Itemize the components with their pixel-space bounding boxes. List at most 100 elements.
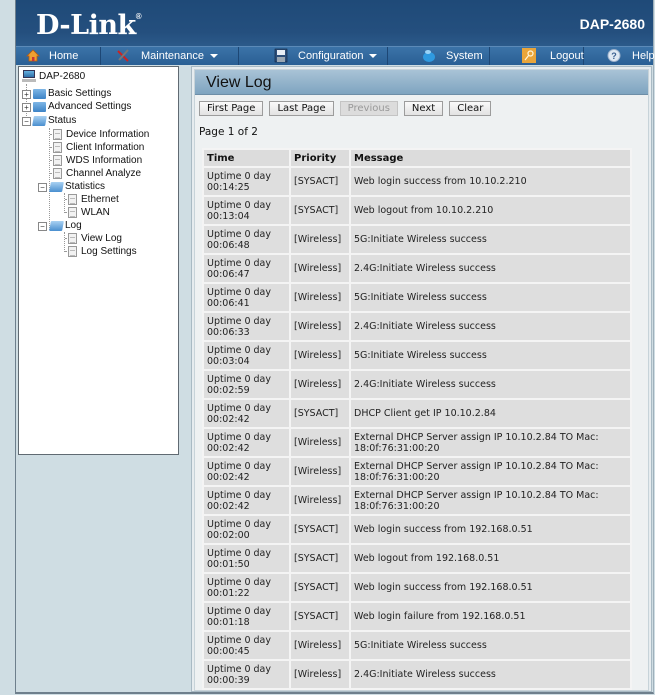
tree-item-device-information[interactable]: Device Information bbox=[53, 128, 149, 141]
table-row: Uptime 0 day 00:02:42 [Wireless] External D… bbox=[204, 429, 630, 456]
header-banner: D-Link® DAP-2680 bbox=[16, 0, 653, 46]
log-message-cell: External DHCP Server assign IP 10.10.2.8… bbox=[351, 487, 630, 514]
previous-button[interactable]: Previous bbox=[339, 101, 398, 116]
log-priority-cell: [Wireless] bbox=[291, 458, 349, 485]
chevron-down-icon bbox=[210, 54, 218, 59]
log-message-cell: 5G:Initiate Wireless success bbox=[351, 632, 630, 659]
log-time-cell: Uptime 0 day 00:14:25 bbox=[204, 168, 289, 195]
tree-item-statistics[interactable]: Statistics bbox=[49, 180, 105, 193]
log-priority-cell: [SYSACT] bbox=[291, 574, 349, 601]
nav-logout[interactable]: Logout bbox=[490, 47, 584, 65]
expand-icon[interactable]: + bbox=[22, 90, 31, 99]
pagination-toolbar: First Page Last Page Previous Next Clear bbox=[199, 101, 492, 116]
table-row: Uptime 0 day 00:02:42 [Wireless] External D… bbox=[204, 458, 630, 485]
log-time-cell: Uptime 0 day 00:00:45 bbox=[204, 632, 289, 659]
log-uptime-value: 00:01:22 bbox=[207, 587, 250, 599]
next-button[interactable]: Next bbox=[403, 101, 444, 116]
home-icon bbox=[26, 49, 40, 62]
app-frame: D-Link® DAP-2680 Home Maintenance Config… bbox=[15, 0, 655, 694]
tree-item-wds-information[interactable]: WDS Information bbox=[53, 154, 142, 167]
log-priority-cell: [SYSACT] bbox=[291, 168, 349, 195]
log-uptime-value: 00:02:42 bbox=[207, 471, 250, 483]
log-message-cell: 2.4G:Initiate Wireless success bbox=[351, 313, 630, 340]
last-page-button[interactable]: Last Page bbox=[269, 101, 334, 116]
folder-icon bbox=[33, 101, 46, 112]
log-uptime-label: Uptime 0 day bbox=[207, 373, 272, 385]
page-icon bbox=[68, 194, 77, 205]
table-header-row: Time Priority Message bbox=[204, 150, 630, 166]
log-uptime-value: 00:02:42 bbox=[207, 413, 250, 425]
tree-connector bbox=[64, 232, 65, 252]
tools-icon bbox=[117, 49, 129, 62]
log-message-cell: 2.4G:Initiate Wireless success bbox=[351, 371, 630, 398]
content-inner: View Log First Page Last Page Previous N… bbox=[194, 69, 649, 691]
tree-item-basic-settings[interactable]: Basic Settings bbox=[33, 87, 111, 100]
tree-item-log-settings[interactable]: Log Settings bbox=[68, 245, 137, 258]
collapse-icon[interactable]: − bbox=[38, 222, 47, 231]
log-priority-cell: [SYSACT] bbox=[291, 603, 349, 630]
log-uptime-value: 00:06:47 bbox=[207, 268, 250, 280]
log-message-cell: 5G:Initiate Wireless success bbox=[351, 342, 630, 369]
table-row: Uptime 0 day 00:01:22 [SYSACT] Web login su… bbox=[204, 574, 630, 601]
nav-home[interactable]: Home bbox=[16, 47, 101, 65]
log-uptime-value: 00:01:50 bbox=[207, 558, 250, 570]
page-icon bbox=[53, 155, 62, 166]
tree-item-ethernet[interactable]: Ethernet bbox=[68, 193, 119, 206]
log-message-cell: 2.4G:Initiate Wireless success bbox=[351, 255, 630, 282]
log-priority-cell: [Wireless] bbox=[291, 661, 349, 688]
tree-item-channel-analyze[interactable]: Channel Analyze bbox=[53, 167, 141, 180]
log-uptime-label: Uptime 0 day bbox=[207, 199, 272, 211]
collapse-icon[interactable]: − bbox=[38, 183, 47, 192]
log-time-cell: Uptime 0 day 00:00:39 bbox=[204, 661, 289, 688]
log-uptime-label: Uptime 0 day bbox=[207, 402, 272, 414]
log-time-cell: Uptime 0 day 00:02:42 bbox=[204, 429, 289, 456]
tree-item-status[interactable]: Status bbox=[32, 114, 76, 127]
top-nav: Home Maintenance Configuration System Lo… bbox=[16, 46, 655, 65]
log-time-cell: Uptime 0 day 00:02:42 bbox=[204, 400, 289, 427]
log-message-cell: 5G:Initiate Wireless success bbox=[351, 226, 630, 253]
tree-item-log[interactable]: Log bbox=[49, 219, 82, 232]
log-uptime-label: Uptime 0 day bbox=[207, 489, 272, 501]
log-table-body: Uptime 0 day 00:14:25 [SYSACT] Web login su… bbox=[204, 168, 630, 688]
log-priority-cell: [Wireless] bbox=[291, 429, 349, 456]
log-priority-cell: [Wireless] bbox=[291, 487, 349, 514]
log-uptime-label: Uptime 0 day bbox=[207, 663, 272, 675]
tree-item-wlan[interactable]: WLAN bbox=[68, 206, 110, 219]
log-uptime-label: Uptime 0 day bbox=[207, 518, 272, 530]
nav-system[interactable]: System bbox=[388, 47, 490, 65]
log-message-cell: Web logout from 192.168.0.51 bbox=[351, 545, 630, 572]
log-uptime-value: 00:00:39 bbox=[207, 674, 250, 686]
log-priority-cell: [Wireless] bbox=[291, 342, 349, 369]
log-uptime-value: 00:06:48 bbox=[207, 239, 250, 251]
log-message-cell: 5G:Initiate Wireless success bbox=[351, 284, 630, 311]
log-priority-cell: [Wireless] bbox=[291, 632, 349, 659]
nav-help[interactable]: ? Help bbox=[584, 47, 655, 65]
tree-root[interactable]: DAP-2680 bbox=[22, 70, 85, 83]
tree-item-client-information[interactable]: Client Information bbox=[53, 141, 144, 154]
expand-icon[interactable]: + bbox=[22, 103, 31, 112]
nav-configuration[interactable]: Configuration bbox=[239, 47, 388, 65]
collapse-icon[interactable]: − bbox=[22, 117, 31, 126]
page-icon bbox=[53, 168, 62, 179]
nav-tree: DAP-2680 + Basic Settings + Advanced Set… bbox=[18, 66, 179, 455]
page-title: View Log bbox=[206, 74, 272, 91]
dlink-logo: D-Link® bbox=[36, 10, 142, 41]
content-panel: View Log First Page Last Page Previous N… bbox=[191, 66, 652, 692]
log-priority-cell: [Wireless] bbox=[291, 226, 349, 253]
log-uptime-value: 00:02:42 bbox=[207, 442, 250, 454]
table-row: Uptime 0 day 00:14:25 [SYSACT] Web login su… bbox=[204, 168, 630, 195]
first-page-button[interactable]: First Page bbox=[199, 101, 264, 116]
log-message-cell: Web login success from 192.168.0.51 bbox=[351, 574, 630, 601]
chevron-down-icon bbox=[369, 54, 378, 59]
page-icon bbox=[53, 142, 62, 153]
log-message-cell: Web login success from 192.168.0.51 bbox=[351, 516, 630, 543]
key-icon bbox=[522, 48, 536, 63]
log-time-cell: Uptime 0 day 00:06:48 bbox=[204, 226, 289, 253]
tree-item-advanced-settings[interactable]: Advanced Settings bbox=[33, 100, 131, 113]
page-icon bbox=[68, 233, 77, 244]
table-row: Uptime 0 day 00:00:39 [Wireless] 2.4G:Initi… bbox=[204, 661, 630, 688]
clear-button[interactable]: Clear bbox=[449, 101, 492, 116]
nav-maintenance[interactable]: Maintenance bbox=[101, 47, 239, 65]
tree-item-view-log[interactable]: View Log bbox=[68, 232, 122, 245]
log-uptime-label: Uptime 0 day bbox=[207, 460, 272, 472]
